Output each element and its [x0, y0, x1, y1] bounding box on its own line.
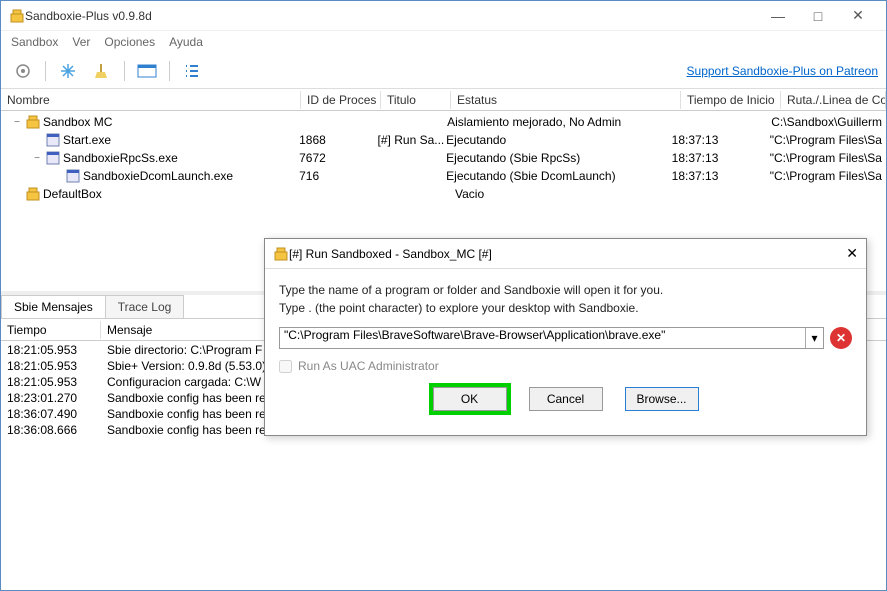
toolbar-separator: [124, 61, 125, 81]
dropdown-icon[interactable]: ▾: [805, 328, 823, 348]
log-time: 18:23:01.270: [1, 391, 101, 407]
run-sandboxed-dialog: [#] Run Sandboxed - Sandbox_MC [#] ✕ Typ…: [264, 238, 867, 436]
toolbar-separator: [169, 61, 170, 81]
program-path-value: "C:\Program Files\BraveSoftware\Brave-Br…: [284, 328, 665, 342]
clear-icon[interactable]: ✕: [830, 327, 852, 349]
log-time: 18:36:07.490: [1, 407, 101, 423]
settings-icon[interactable]: [9, 57, 37, 85]
dialog-close-icon[interactable]: ✕: [846, 245, 858, 262]
menu-opciones[interactable]: Opciones: [104, 35, 155, 49]
maximize-button[interactable]: □: [798, 2, 838, 30]
exe-icon: [65, 168, 81, 184]
browse-button[interactable]: Browse...: [625, 387, 699, 411]
dialog-body: Type the name of a program or folder and…: [265, 269, 866, 435]
col-pid[interactable]: ID de Proces: [301, 91, 381, 109]
tree-row[interactable]: Start.exe 1868[#] Run Sa...Ejecutando18:3…: [5, 131, 882, 149]
run-as-admin-checkbox[interactable]: Run As UAC Administrator: [279, 359, 852, 373]
cell-path: C:\Sandbox\Guillerm: [771, 115, 882, 129]
menu-ayuda[interactable]: Ayuda: [169, 35, 203, 49]
titlebar: Sandboxie-Plus v0.9.8d — □ ✕: [1, 1, 886, 31]
expander-icon[interactable]: −: [31, 153, 43, 164]
sandbox-icon: [25, 114, 41, 130]
col-tiempo[interactable]: Tiempo de Inicio: [681, 91, 781, 109]
tree-row[interactable]: DefaultBox Vacio: [5, 185, 882, 203]
log-time: 18:21:05.953: [1, 375, 101, 391]
cell-pid: 1868: [299, 133, 377, 147]
tree-row[interactable]: − Sandbox MC Aislamiento mejorado, No Adm…: [5, 113, 882, 131]
dialog-title: [#] Run Sandboxed - Sandbox_MC [#]: [289, 247, 846, 261]
cell-title: [#] Run Sa...: [378, 133, 447, 147]
cell-status: Ejecutando (Sbie DcomLaunch): [446, 169, 671, 183]
cell-pid: 7672: [299, 151, 377, 165]
col-ruta[interactable]: Ruta./.Linea de Com: [781, 91, 886, 109]
sandbox-icon: [273, 246, 289, 262]
process-table-header: Nombre ID de Proces Titulo Estatus Tiemp…: [1, 89, 886, 111]
cell-path: "C:\Program Files\Sa: [770, 133, 882, 147]
ok-button[interactable]: OK: [433, 387, 507, 411]
exe-icon: [45, 150, 61, 166]
cell-status: Aislamiento mejorado, No Admin: [447, 115, 673, 129]
cell-status: Ejecutando: [446, 133, 671, 147]
run-as-admin-label: Run As UAC Administrator: [298, 359, 439, 373]
app-icon: [9, 8, 25, 24]
process-name: DefaultBox: [43, 187, 102, 201]
sandbox-icon: [25, 186, 41, 202]
log-time: 18:21:05.953: [1, 343, 101, 359]
cell-time: 18:37:13: [672, 133, 770, 147]
col-estatus[interactable]: Estatus: [451, 91, 681, 109]
list-icon[interactable]: [178, 57, 206, 85]
col-titulo[interactable]: Titulo: [381, 91, 451, 109]
process-name: SandboxieRpcSs.exe: [63, 151, 178, 165]
run-as-admin-input[interactable]: [279, 360, 292, 373]
program-path-combobox[interactable]: "C:\Program Files\BraveSoftware\Brave-Br…: [279, 327, 824, 349]
cell-pid: 716: [299, 169, 377, 183]
panel-icon[interactable]: [133, 57, 161, 85]
process-name: Start.exe: [63, 133, 111, 147]
process-name: SandboxieDcomLaunch.exe: [83, 169, 233, 183]
dialog-buttons: OK Cancel Browse...: [279, 387, 852, 423]
log-time: 18:21:05.953: [1, 359, 101, 375]
tab-sbie-mensajes[interactable]: Sbie Mensajes: [1, 295, 106, 318]
toolbar: Support Sandboxie-Plus on Patreon: [1, 53, 886, 89]
window-title: Sandboxie-Plus v0.9.8d: [25, 9, 758, 23]
tree-row[interactable]: SandboxieDcomLaunch.exe 716 Ejecutando (Sb…: [5, 167, 882, 185]
col-nombre[interactable]: Nombre: [1, 91, 301, 109]
broom-icon[interactable]: [88, 57, 116, 85]
exe-icon: [45, 132, 61, 148]
toolbar-separator: [45, 61, 46, 81]
cell-path: "C:\Program Files\Sa: [770, 169, 882, 183]
tree-row[interactable]: − SandboxieRpcSs.exe 7672 Ejecutando (Sbie…: [5, 149, 882, 167]
close-button[interactable]: ✕: [838, 2, 878, 30]
cell-status: Vacio: [455, 187, 685, 201]
patreon-link[interactable]: Support Sandboxie-Plus on Patreon: [687, 64, 878, 78]
dialog-instructions: Type the name of a program or folder and…: [279, 281, 852, 317]
cell-path: "C:\Program Files\Sa: [770, 151, 882, 165]
log-col-tiempo[interactable]: Tiempo: [1, 321, 101, 339]
cell-time: 18:37:13: [672, 151, 770, 165]
cancel-button[interactable]: Cancel: [529, 387, 603, 411]
dialog-titlebar: [#] Run Sandboxed - Sandbox_MC [#] ✕: [265, 239, 866, 269]
menu-ver[interactable]: Ver: [72, 35, 90, 49]
dialog-line2: Type . (the point character) to explore …: [279, 301, 639, 315]
process-name: Sandbox MC: [43, 115, 112, 129]
tab-trace-log[interactable]: Trace Log: [105, 295, 185, 318]
dialog-line1: Type the name of a program or folder and…: [279, 283, 663, 297]
menubar: Sandbox Ver Opciones Ayuda: [1, 31, 886, 53]
snowflake-icon[interactable]: [54, 57, 82, 85]
cell-time: 18:37:13: [672, 169, 770, 183]
menu-sandbox[interactable]: Sandbox: [11, 35, 58, 49]
log-time: 18:36:08.666: [1, 423, 101, 439]
minimize-button[interactable]: —: [758, 2, 798, 30]
expander-icon[interactable]: −: [11, 117, 23, 128]
cell-status: Ejecutando (Sbie RpcSs): [446, 151, 671, 165]
